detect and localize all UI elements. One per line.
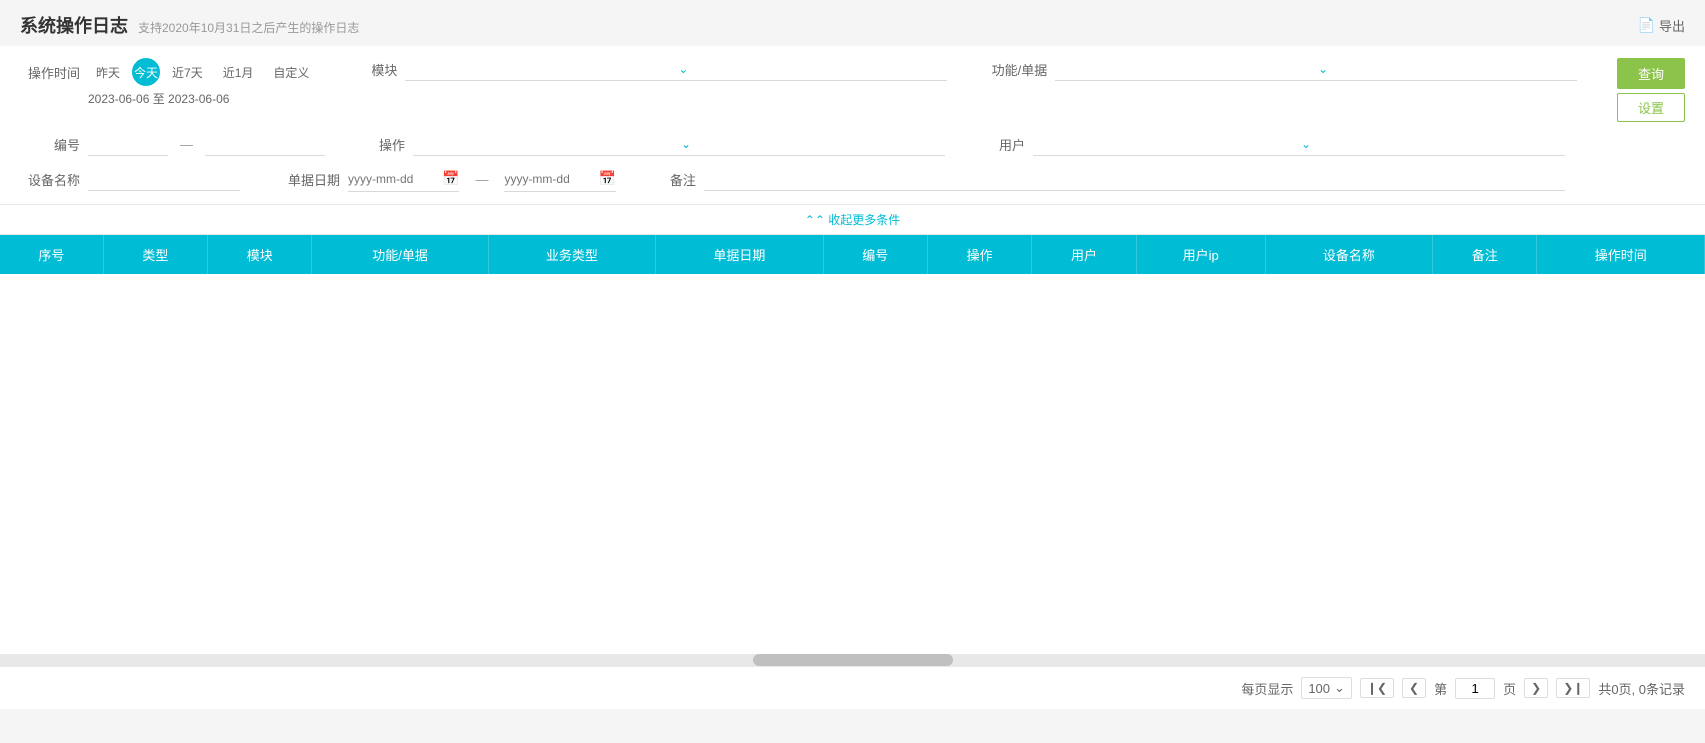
col-user: 用户 <box>1032 235 1136 274</box>
chevron-down-icon: ⌄ <box>678 62 947 76</box>
col-operation: 操作 <box>927 235 1031 274</box>
doc-date-to-wrap[interactable]: 📅 <box>504 166 615 192</box>
doc-date-from-input[interactable] <box>348 172 438 186</box>
number-filter: 编号 — <box>20 132 325 156</box>
filter-panel: 操作时间 昨天 今天 近7天 近1月 自定义 2023-06-06 至 2023… <box>0 46 1705 205</box>
col-user-ip: 用户ip <box>1136 235 1265 274</box>
table-header: 序号 类型 模块 功能/单据 业务类型 单据日期 编号 操作 用户 用户ip 设… <box>0 235 1705 274</box>
user-filter: 用户 ⌄ <box>965 133 1565 156</box>
data-table: 序号 类型 模块 功能/单据 业务类型 单据日期 编号 操作 用户 用户ip 设… <box>0 235 1705 274</box>
col-seq: 序号 <box>0 235 103 274</box>
number-label: 编号 <box>20 135 80 154</box>
date-range-text: 2023-06-06 至 2023-06-06 <box>88 92 229 106</box>
doc-date-to-input[interactable] <box>504 172 594 186</box>
first-page-button[interactable]: ❙❮ <box>1360 678 1394 698</box>
number-to-input[interactable] <box>205 132 325 156</box>
col-device: 设备名称 <box>1265 235 1432 274</box>
device-label: 设备名称 <box>20 170 80 189</box>
operation-label: 操作 <box>345 135 405 154</box>
chevron-down-icon-5: ⌄ <box>1334 680 1345 696</box>
collapse-label: 收起更多条件 <box>828 213 900 227</box>
col-func: 功能/单据 <box>312 235 488 274</box>
query-button[interactable]: 查询 <box>1617 58 1685 89</box>
page-subtitle: 支持2020年10月31日之后产生的操作日志 <box>138 19 359 36</box>
scrollbar-track[interactable] <box>0 654 1705 666</box>
time-btn-7days[interactable]: 近7天 <box>164 62 211 83</box>
per-page-value: 100 <box>1308 681 1330 696</box>
col-remark: 备注 <box>1433 235 1537 274</box>
page-suffix: 页 <box>1503 679 1516 698</box>
page-label: 第 <box>1434 679 1447 698</box>
remark-label: 备注 <box>636 170 696 189</box>
number-dash: — <box>180 137 193 152</box>
doc-date-from-wrap[interactable]: 📅 <box>348 166 459 192</box>
header-row: 序号 类型 模块 功能/单据 业务类型 单据日期 编号 操作 用户 用户ip 设… <box>0 235 1705 274</box>
collapse-bar[interactable]: ⌃⌃ 收起更多条件 <box>0 205 1705 235</box>
time-btn-today[interactable]: 今天 <box>132 58 160 86</box>
page-title: 系统操作日志 <box>20 12 128 38</box>
per-page-label: 每页显示 <box>1241 679 1293 698</box>
func-select[interactable]: ⌄ <box>1055 58 1577 81</box>
number-from-input[interactable] <box>88 132 168 156</box>
doc-date-filter: 单据日期 📅 — 📅 <box>260 166 616 192</box>
empty-area <box>0 274 1705 654</box>
scrollbar-thumb[interactable] <box>753 654 953 666</box>
chevron-down-icon-3: ⌄ <box>681 137 945 151</box>
col-doc-date: 单据日期 <box>656 235 823 274</box>
chevron-down-icon-4: ⌄ <box>1301 137 1565 151</box>
export-button[interactable]: 📄 导出 <box>1638 16 1685 35</box>
time-btn-custom[interactable]: 自定义 <box>265 62 317 83</box>
module-label: 模块 <box>337 60 397 79</box>
calendar-icon-2[interactable]: 📅 <box>598 170 615 187</box>
func-filter: 功能/单据 ⌄ <box>967 58 1577 81</box>
col-op-time: 操作时间 <box>1537 235 1705 274</box>
chevron-down-icon-2: ⌄ <box>1318 62 1577 76</box>
col-type: 类型 <box>103 235 207 274</box>
last-page-button[interactable]: ❯❙ <box>1556 678 1590 698</box>
time-label: 操作时间 <box>20 63 80 82</box>
time-filter: 操作时间 昨天 今天 近7天 近1月 自定义 2023-06-06 至 2023… <box>20 58 317 107</box>
doc-date-label: 单据日期 <box>260 170 340 189</box>
table-container: 序号 类型 模块 功能/单据 业务类型 单据日期 编号 操作 用户 用户ip 设… <box>0 235 1705 654</box>
export-label: 导出 <box>1659 16 1685 35</box>
page-title-area: 系统操作日志 支持2020年10月31日之后产生的操作日志 <box>20 12 359 38</box>
device-input[interactable] <box>88 167 240 191</box>
page-header: 系统操作日志 支持2020年10月31日之后产生的操作日志 📄 导出 <box>0 0 1705 46</box>
user-label: 用户 <box>965 135 1025 154</box>
collapse-icon: ⌃⌃ <box>805 213 825 227</box>
col-module: 模块 <box>208 235 312 274</box>
page-number-input[interactable] <box>1455 678 1495 699</box>
pagination-summary: 共0页, 0条记录 <box>1598 679 1685 698</box>
per-page-select[interactable]: 100 ⌄ <box>1301 677 1352 699</box>
col-number: 编号 <box>823 235 927 274</box>
operation-select[interactable]: ⌄ <box>413 133 945 156</box>
col-biz-type: 业务类型 <box>488 235 655 274</box>
doc-date-dash: — <box>475 172 488 187</box>
user-select[interactable]: ⌄ <box>1033 133 1565 156</box>
time-options: 昨天 今天 近7天 近1月 自定义 <box>88 58 317 86</box>
export-icon: 📄 <box>1638 17 1655 34</box>
time-btn-yesterday[interactable]: 昨天 <box>88 62 128 83</box>
func-label: 功能/单据 <box>967 60 1047 79</box>
time-btn-1month[interactable]: 近1月 <box>215 62 262 83</box>
module-select[interactable]: ⌄ <box>405 58 947 81</box>
action-buttons: 查询 设置 <box>1617 58 1685 122</box>
prev-page-button[interactable]: ❮ <box>1402 678 1426 698</box>
pagination-bar: 每页显示 100 ⌄ ❙❮ ❮ 第 页 ❯ ❯❙ 共0页, 0条记录 <box>0 666 1705 709</box>
calendar-icon-1[interactable]: 📅 <box>442 170 459 187</box>
module-filter: 模块 ⌄ <box>337 58 947 81</box>
next-page-button[interactable]: ❯ <box>1524 678 1548 698</box>
device-filter: 设备名称 <box>20 167 240 191</box>
remark-filter: 备注 <box>636 167 1565 191</box>
settings-button[interactable]: 设置 <box>1617 93 1685 122</box>
operation-filter: 操作 ⌄ <box>345 133 945 156</box>
remark-input[interactable] <box>704 167 1565 191</box>
